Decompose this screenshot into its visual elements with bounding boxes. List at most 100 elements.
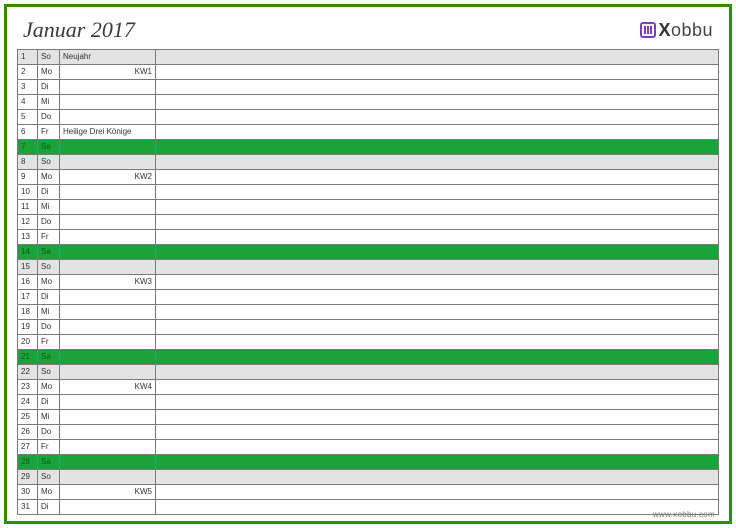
day-number: 7 — [18, 140, 38, 155]
day-entry[interactable] — [156, 65, 719, 80]
day-of-week: Fr — [38, 335, 60, 350]
day-entry[interactable] — [156, 125, 719, 140]
day-entry[interactable] — [156, 80, 719, 95]
calendar-row: 1SoNeujahr — [18, 50, 719, 65]
brand-icon — [640, 22, 656, 38]
calendar-row: 24Di — [18, 395, 719, 410]
calendar-row: 17Di — [18, 290, 719, 305]
day-note: KW5 — [60, 485, 156, 500]
day-entry[interactable] — [156, 305, 719, 320]
day-entry[interactable] — [156, 485, 719, 500]
day-entry[interactable] — [156, 95, 719, 110]
day-note — [60, 140, 156, 155]
day-number: 10 — [18, 185, 38, 200]
calendar-row: 14Sa — [18, 245, 719, 260]
day-of-week: So — [38, 260, 60, 275]
day-number: 5 — [18, 110, 38, 125]
day-entry[interactable] — [156, 260, 719, 275]
day-entry[interactable] — [156, 380, 719, 395]
day-number: 31 — [18, 500, 38, 515]
day-number: 18 — [18, 305, 38, 320]
day-of-week: Fr — [38, 125, 60, 140]
day-entry[interactable] — [156, 290, 719, 305]
day-note — [60, 290, 156, 305]
day-note — [60, 230, 156, 245]
day-number: 14 — [18, 245, 38, 260]
day-of-week: Mi — [38, 95, 60, 110]
day-of-week: Di — [38, 395, 60, 410]
day-of-week: Sa — [38, 140, 60, 155]
calendar-row: 8So — [18, 155, 719, 170]
day-entry[interactable] — [156, 275, 719, 290]
calendar-row: 3Di — [18, 80, 719, 95]
day-note — [60, 305, 156, 320]
day-entry[interactable] — [156, 320, 719, 335]
day-entry[interactable] — [156, 410, 719, 425]
page-frame: Januar 2017 Xobbu 1SoNeujahr2MoKW13Di4Mi… — [4, 4, 732, 524]
day-number: 25 — [18, 410, 38, 425]
day-entry[interactable] — [156, 170, 719, 185]
calendar-row: 13Fr — [18, 230, 719, 245]
brand-logo: Xobbu — [640, 20, 713, 41]
day-of-week: Sa — [38, 245, 60, 260]
day-entry[interactable] — [156, 440, 719, 455]
calendar-table: 1SoNeujahr2MoKW13Di4Mi5Do6FrHeilige Drei… — [17, 49, 719, 515]
day-note — [60, 95, 156, 110]
day-number: 19 — [18, 320, 38, 335]
calendar-row: 19Do — [18, 320, 719, 335]
day-entry[interactable] — [156, 215, 719, 230]
day-number: 23 — [18, 380, 38, 395]
calendar-row: 4Mi — [18, 95, 719, 110]
day-entry[interactable] — [156, 350, 719, 365]
day-entry[interactable] — [156, 200, 719, 215]
day-entry[interactable] — [156, 395, 719, 410]
day-of-week: So — [38, 470, 60, 485]
day-entry[interactable] — [156, 110, 719, 125]
day-note — [60, 215, 156, 230]
day-entry[interactable] — [156, 455, 719, 470]
day-number: 29 — [18, 470, 38, 485]
day-note — [60, 320, 156, 335]
calendar-row: 31Di — [18, 500, 719, 515]
day-entry[interactable] — [156, 365, 719, 380]
day-of-week: Di — [38, 290, 60, 305]
day-of-week: Sa — [38, 350, 60, 365]
day-entry[interactable] — [156, 230, 719, 245]
day-number: 26 — [18, 425, 38, 440]
day-of-week: Di — [38, 185, 60, 200]
day-number: 15 — [18, 260, 38, 275]
day-entry[interactable] — [156, 425, 719, 440]
day-number: 4 — [18, 95, 38, 110]
day-number: 17 — [18, 290, 38, 305]
day-note — [60, 185, 156, 200]
day-number: 11 — [18, 200, 38, 215]
day-entry[interactable] — [156, 335, 719, 350]
day-note — [60, 365, 156, 380]
day-note — [60, 395, 156, 410]
day-of-week: Di — [38, 500, 60, 515]
day-entry[interactable] — [156, 50, 719, 65]
day-of-week: Fr — [38, 230, 60, 245]
day-note: Heilige Drei Könige — [60, 125, 156, 140]
day-of-week: Mo — [38, 170, 60, 185]
calendar-row: 16MoKW3 — [18, 275, 719, 290]
day-note: KW1 — [60, 65, 156, 80]
brand-text: Xobbu — [658, 20, 713, 41]
footer-url: www.xobbu.com — [653, 510, 715, 519]
calendar-row: 25Mi — [18, 410, 719, 425]
day-entry[interactable] — [156, 140, 719, 155]
day-entry[interactable] — [156, 185, 719, 200]
day-entry[interactable] — [156, 245, 719, 260]
day-number: 3 — [18, 80, 38, 95]
calendar-row: 20Fr — [18, 335, 719, 350]
day-note: Neujahr — [60, 50, 156, 65]
day-note — [60, 350, 156, 365]
day-entry[interactable] — [156, 500, 719, 515]
day-entry[interactable] — [156, 155, 719, 170]
day-note — [60, 425, 156, 440]
calendar-row: 27Fr — [18, 440, 719, 455]
page-title: Januar 2017 — [23, 17, 135, 43]
day-of-week: Do — [38, 110, 60, 125]
calendar-row: 23MoKW4 — [18, 380, 719, 395]
day-entry[interactable] — [156, 470, 719, 485]
